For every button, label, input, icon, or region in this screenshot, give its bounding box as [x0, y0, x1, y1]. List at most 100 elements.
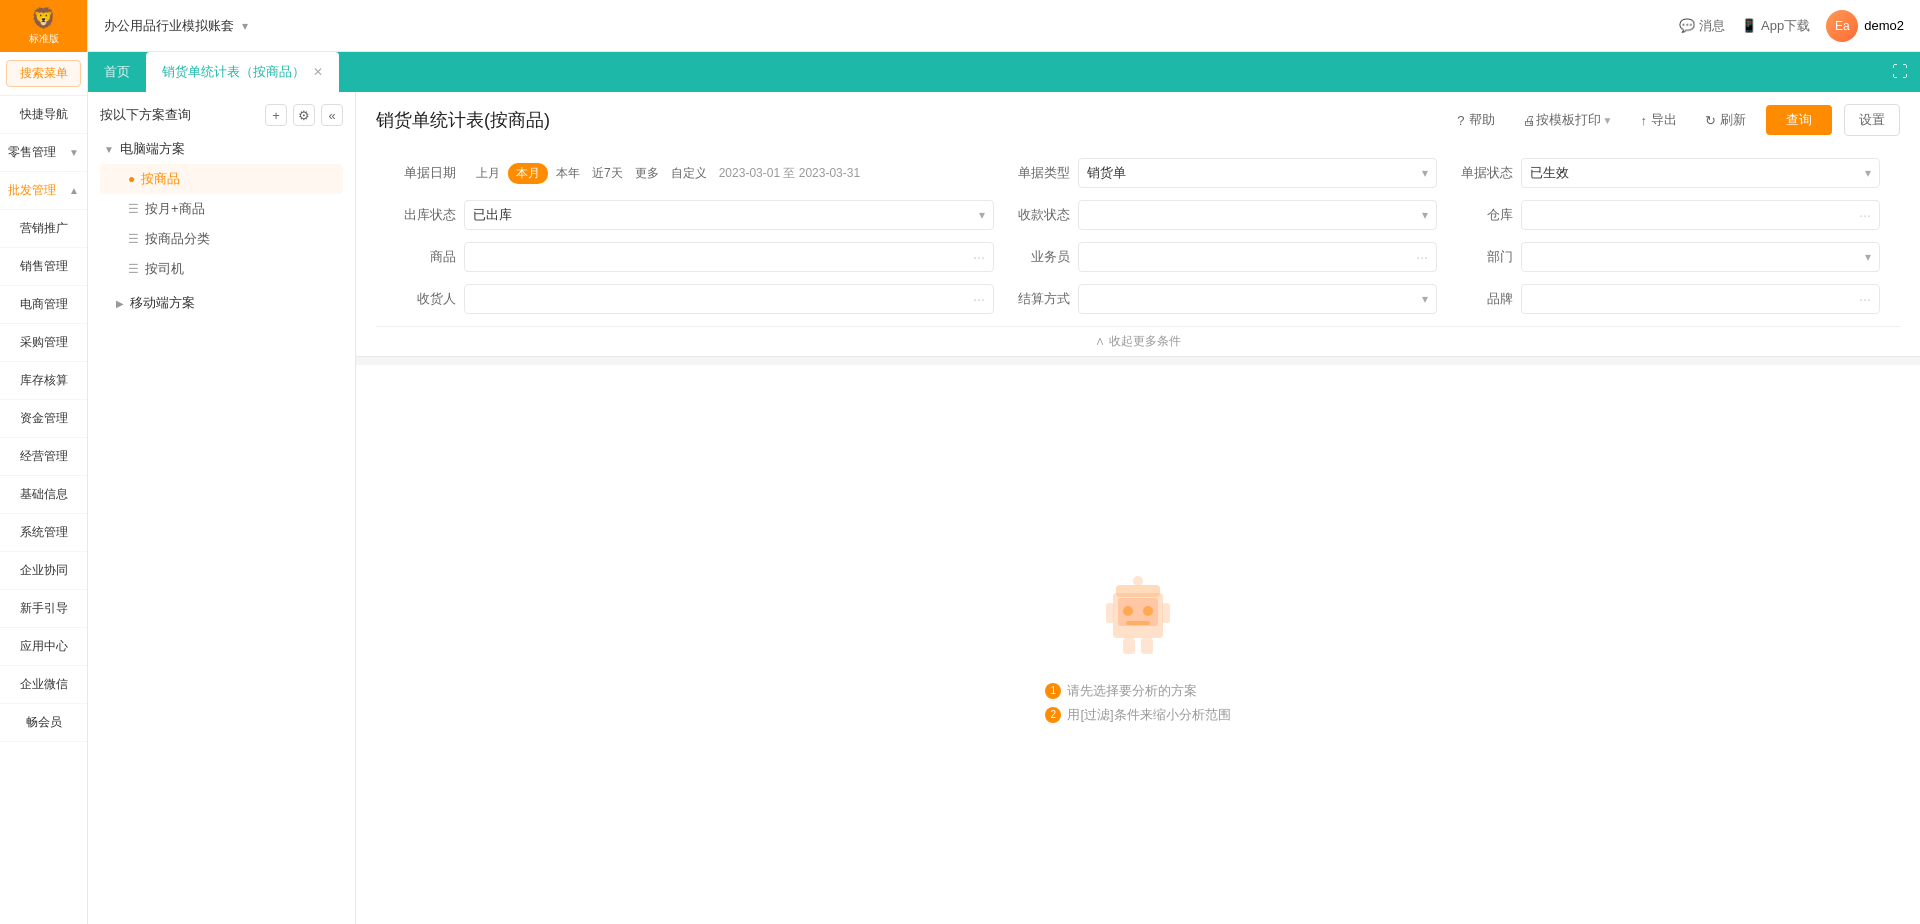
tab-sales-stat[interactable]: 销货单统计表（按商品） ✕ — [146, 52, 339, 92]
out-status-control[interactable]: 已出库 ▾ — [464, 200, 994, 230]
svg-rect-8 — [1141, 638, 1153, 654]
sidebar-item-guide[interactable]: 新手引导 — [0, 590, 87, 628]
salesperson-control[interactable]: ··· — [1078, 242, 1437, 272]
svg-point-3 — [1143, 606, 1153, 616]
date-btn-custom[interactable]: 自定义 — [667, 163, 711, 184]
app-icon: 📱 — [1741, 18, 1757, 33]
brand-dots-icon[interactable]: ··· — [1859, 291, 1871, 307]
workspace-title: 办公用品行业模拟账套 — [104, 17, 234, 35]
workspace-dropdown-icon[interactable]: ▾ — [242, 19, 248, 33]
main-area: 办公用品行业模拟账套 ▾ 💬 消息 📱 App下载 Ea demo2 首页 销货… — [88, 0, 1920, 924]
message-button[interactable]: 💬 消息 — [1679, 17, 1725, 35]
scheme-by-category[interactable]: ☰ 按商品分类 — [100, 224, 343, 254]
out-status-field: 出库状态 已出库 ▾ — [396, 200, 994, 230]
pc-group-title[interactable]: ▼ 电脑端方案 — [100, 134, 343, 164]
sidebar-item-ecommerce[interactable]: 电商管理 — [0, 286, 87, 324]
sidebar-item-inventory[interactable]: 库存核算 — [0, 362, 87, 400]
tab-sales-stat-label: 销货单统计表（按商品） — [162, 63, 305, 81]
settings-button[interactable]: 设置 — [1844, 104, 1900, 136]
salesperson-dots-icon[interactable]: ··· — [1416, 249, 1428, 265]
product-dots-icon[interactable]: ··· — [973, 249, 985, 265]
export-icon: ↑ — [1641, 113, 1648, 128]
sidebar-item-operation[interactable]: 经营管理 — [0, 438, 87, 476]
username-label: demo2 — [1864, 18, 1904, 33]
app-download-label: App下载 — [1761, 17, 1810, 35]
scheme-by-category-label: 按商品分类 — [145, 230, 210, 248]
tab-home[interactable]: 首页 — [88, 52, 146, 92]
print-icon: 🖨 — [1523, 113, 1536, 128]
scheme-by-month-product-label: 按月+商品 — [145, 200, 205, 218]
doc-type-control[interactable]: 销货单 ▾ — [1078, 158, 1437, 188]
sidebar-item-wholesale[interactable]: 批发管理 ▲ — [0, 172, 87, 210]
date-btn-last-month[interactable]: 上月 — [472, 163, 504, 184]
svg-rect-7 — [1123, 638, 1135, 654]
mobile-group-title[interactable]: ▶ 移动端方案 — [100, 288, 343, 318]
collapse-panel-button[interactable]: « — [321, 104, 343, 126]
consignee-control[interactable]: ··· — [464, 284, 994, 314]
payment-status-label: 收款状态 — [1010, 206, 1070, 224]
query-button[interactable]: 查询 — [1766, 105, 1832, 135]
sidebar-item-marketing[interactable]: 营销推广 — [0, 210, 87, 248]
brand-control[interactable]: ··· — [1521, 284, 1880, 314]
empty-tip-1-text: 请先选择要分析的方案 — [1067, 679, 1197, 703]
scheme-by-product-label: 按商品 — [141, 170, 180, 188]
header-right: 💬 消息 📱 App下载 Ea demo2 — [1679, 10, 1904, 42]
refresh-button[interactable]: ↻ 刷新 — [1697, 107, 1754, 133]
sidebar-item-sales[interactable]: 销售管理 — [0, 248, 87, 286]
collapse-label: ∧ 收起更多条件 — [1095, 334, 1180, 348]
sidebar-item-corp[interactable]: 企业协同 — [0, 552, 87, 590]
collapse-conditions-button[interactable]: ∧ 收起更多条件 — [376, 326, 1900, 356]
tab-bar: 首页 销货单统计表（按商品） ✕ ⛶ — [88, 52, 1920, 92]
print-button[interactable]: 🖨 按模板打印 ▼ — [1515, 107, 1621, 133]
export-button[interactable]: ↑ 导出 — [1633, 107, 1686, 133]
add-scheme-button[interactable]: + — [265, 104, 287, 126]
doc-status-label: 单据状态 — [1453, 164, 1513, 182]
payment-status-chevron-icon: ▾ — [1422, 208, 1428, 222]
sidebar-item-appstore[interactable]: 应用中心 — [0, 628, 87, 666]
department-control[interactable]: ▾ — [1521, 242, 1880, 272]
sidebar-item-basic[interactable]: 基础信息 — [0, 476, 87, 514]
warehouse-control[interactable]: ··· — [1521, 200, 1880, 230]
doc-status-control[interactable]: 已生效 ▾ — [1521, 158, 1880, 188]
date-btn-7days[interactable]: 近7天 — [588, 163, 627, 184]
sidebar-item-wechat[interactable]: 企业微信 — [0, 666, 87, 704]
sidebar-item-finance[interactable]: 资金管理 — [0, 400, 87, 438]
print-dropdown-icon[interactable]: ▼ — [1603, 115, 1613, 126]
tip-num-2: 2 — [1045, 707, 1061, 723]
sidebar-item-purchase[interactable]: 采购管理 — [0, 324, 87, 362]
filter-row-1: 单据日期 上月 本月 本年 近7天 更多 自定义 2023-03-01 至 20… — [396, 158, 1880, 188]
product-control[interactable]: ··· — [464, 242, 994, 272]
doc-type-label: 单据类型 — [1010, 164, 1070, 182]
doc-type-field: 单据类型 销货单 ▾ — [1010, 158, 1437, 188]
page-header: 销货单统计表(按商品) ? 帮助 🖨 按模板打印 ▼ ↑ — [356, 92, 1920, 357]
warehouse-dots-icon[interactable]: ··· — [1859, 207, 1871, 223]
payment-status-control[interactable]: ▾ — [1078, 200, 1437, 230]
tab-maximize-button[interactable]: ⛶ — [1880, 63, 1920, 81]
user-menu[interactable]: Ea demo2 — [1826, 10, 1904, 42]
date-btn-this-month[interactable]: 本月 — [508, 163, 548, 184]
help-icon: ? — [1457, 113, 1464, 128]
sidebar-item-member[interactable]: 畅会员 — [0, 704, 87, 742]
help-label: 帮助 — [1469, 111, 1495, 129]
scheme-by-month-product[interactable]: ☰ 按月+商品 — [100, 194, 343, 224]
app-download-button[interactable]: 📱 App下载 — [1741, 17, 1810, 35]
edit-scheme-button[interactable]: ⚙ — [293, 104, 315, 126]
department-chevron-icon: ▾ — [1865, 250, 1871, 264]
filter-form: 单据日期 上月 本月 本年 近7天 更多 自定义 2023-03-01 至 20… — [376, 146, 1900, 326]
out-status-chevron-icon: ▾ — [979, 208, 985, 222]
consignee-dots-icon[interactable]: ··· — [973, 291, 985, 307]
sidebar-item-retail[interactable]: 零售管理 ▼ — [0, 134, 87, 172]
date-btn-this-year[interactable]: 本年 — [552, 163, 584, 184]
scheme-by-cashier[interactable]: ☰ 按司机 — [100, 254, 343, 284]
page-title-row: 销货单统计表(按商品) ? 帮助 🖨 按模板打印 ▼ ↑ — [376, 104, 1900, 146]
settlement-control[interactable]: ▾ — [1078, 284, 1437, 314]
tab-close-icon[interactable]: ✕ — [313, 65, 323, 79]
help-button[interactable]: ? 帮助 — [1449, 107, 1502, 133]
date-btn-more[interactable]: 更多 — [631, 163, 663, 184]
sidebar-item-system[interactable]: 系统管理 — [0, 514, 87, 552]
sidebar-item-quick-nav[interactable]: 快捷导航 — [0, 96, 87, 134]
logo[interactable]: 🦁 标准版 — [0, 0, 87, 52]
search-menu-button[interactable]: 搜索菜单 — [6, 60, 81, 87]
scheme-by-cashier-label: 按司机 — [145, 260, 184, 278]
scheme-by-product[interactable]: ● 按商品 — [100, 164, 343, 194]
